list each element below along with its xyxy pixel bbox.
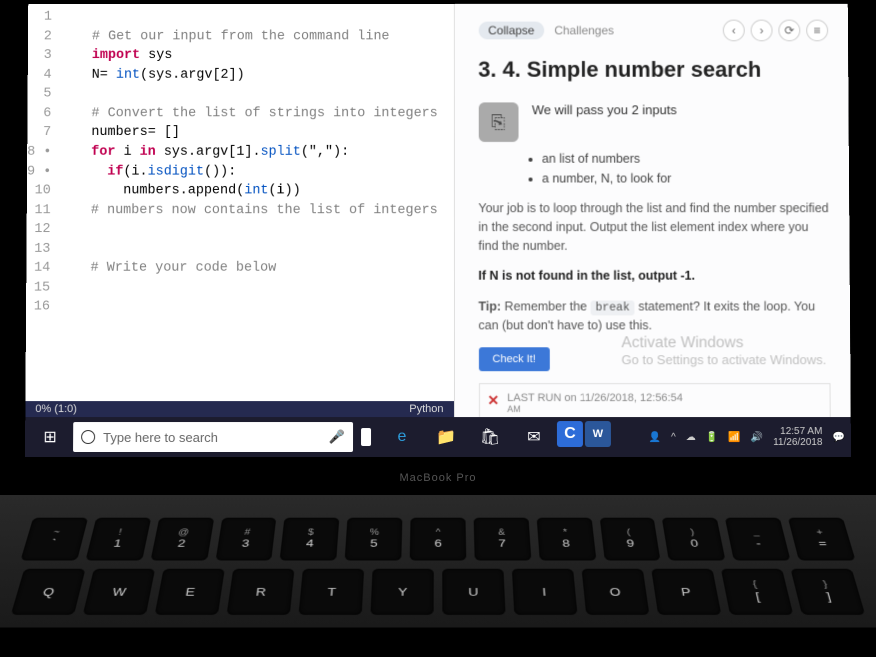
prev-button[interactable]: ‹ — [723, 20, 745, 42]
keyboard-key: )0 — [662, 518, 726, 561]
keyboard-key: += — [788, 518, 856, 561]
keyboard-key: T — [298, 569, 364, 615]
keyboard-key: W — [83, 569, 155, 615]
tray-people-icon[interactable]: 👤 — [649, 432, 661, 443]
search-placeholder: Type here to search — [103, 430, 218, 445]
keyboard-key: _- — [725, 518, 791, 561]
line-number-gutter: 12345678 •9 •10111213141516 — [25, 8, 60, 401]
menu-button[interactable]: ≡ — [806, 20, 828, 42]
action-center-icon[interactable]: 💬 — [832, 432, 845, 443]
mail-icon[interactable]: ✉ — [513, 421, 555, 453]
keyboard-key: (9 — [599, 518, 661, 561]
keyboard-key: *8 — [536, 518, 596, 561]
windows-taskbar: ⊞ Type here to search 🎤 e 📁 🛍 ✉ C W 👤 ^ … — [25, 417, 851, 457]
keyboard-key: P — [651, 569, 721, 615]
keyboard-key: !1 — [85, 518, 151, 561]
break-code: break — [590, 301, 634, 316]
input-bullet: a number, N, to look for — [542, 172, 829, 186]
tray-onedrive-icon[interactable]: ☁ — [686, 432, 696, 443]
input-bullet: an list of numbers — [542, 152, 829, 166]
file-explorer-icon[interactable]: 📁 — [425, 421, 467, 453]
code-lines[interactable]: # Get our input from the command line im… — [57, 8, 453, 401]
challenge-title: 3. 4. Simple number search — [478, 57, 828, 83]
last-run-timestamp: LAST RUN on 11/26/2018, 12:56:54 — [507, 392, 683, 404]
fail-icon: ✕ — [487, 392, 499, 409]
keyboard-key: {[ — [721, 569, 793, 615]
tab-challenges[interactable]: Challenges — [554, 24, 614, 38]
keyboard-key: I — [512, 569, 578, 615]
tray-volume-icon[interactable]: 🔊 — [751, 432, 764, 443]
tray-chevron-icon[interactable]: ^ — [671, 432, 676, 443]
challenge-tip: Tip: Remember the break statement? It ex… — [478, 298, 830, 336]
keyboard-key: ~` — [20, 518, 88, 561]
word-icon[interactable]: W — [585, 421, 611, 447]
edge-icon[interactable]: e — [381, 421, 423, 453]
keyboard-key: Y — [370, 569, 433, 615]
reset-button[interactable]: ⟳ — [778, 20, 800, 42]
language-mode: Python — [409, 403, 443, 415]
app-icon[interactable]: C — [557, 421, 583, 447]
taskbar-clock[interactable]: 12:57 AM 11/26/2018 — [773, 426, 822, 448]
laptop-label: MacBook Pro — [0, 472, 876, 484]
challenge-icon: ⎘ — [478, 102, 518, 142]
keyboard-key: U — [442, 569, 505, 615]
keyboard-key: &7 — [474, 518, 532, 561]
code-editor-pane: 12345678 •9 •10111213141516 # Get our in… — [25, 4, 454, 417]
taskbar-search[interactable]: Type here to search 🎤 — [73, 422, 353, 452]
keyboard-key: }] — [790, 569, 865, 615]
challenge-intro: We will pass you 2 inputs — [532, 102, 677, 117]
task-view-button[interactable] — [361, 428, 371, 446]
keyboard-key: R — [227, 569, 295, 615]
windows-watermark: Activate Windows Go to Settings to activ… — [621, 334, 826, 367]
keyboard-key: %5 — [345, 518, 403, 561]
store-icon[interactable]: 🛍 — [469, 421, 511, 453]
tray-battery-icon[interactable]: 🔋 — [706, 432, 719, 443]
keyboard-key: ^6 — [410, 518, 466, 561]
keyboard-key: @2 — [150, 518, 214, 561]
tray-wifi-icon[interactable]: 📶 — [728, 432, 741, 443]
laptop-keyboard: ~`!1@2#3$4%5^6&7*8(9)0_-+= QWERTYUIOP{[}… — [0, 495, 876, 627]
keyboard-key: #3 — [215, 518, 277, 561]
cursor-position: 0% (1:0) — [35, 403, 77, 415]
tab-collapse[interactable]: Collapse — [478, 22, 544, 40]
input-bullet-list: an list of numbers a number, N, to look f… — [542, 152, 829, 186]
keyboard-key: O — [582, 569, 650, 615]
last-run-box: ✕ LAST RUN on 11/26/2018, 12:56:54 AM — [478, 383, 830, 417]
start-button[interactable]: ⊞ — [31, 421, 69, 453]
instructions-header: Collapse Challenges ‹ › ⟳ ≡ — [478, 20, 828, 42]
next-button[interactable]: › — [751, 20, 773, 42]
instructions-pane: Collapse Challenges ‹ › ⟳ ≡ 3. 4. Simple… — [454, 4, 850, 417]
challenge-rule: If N is not found in the list, output -1… — [478, 267, 829, 286]
keyboard-key: E — [155, 569, 225, 615]
editor-status-bar: 0% (1:0) Python — [25, 401, 453, 417]
code-body[interactable]: 12345678 •9 •10111213141516 # Get our in… — [25, 4, 453, 401]
check-button[interactable]: Check It! — [478, 347, 549, 371]
challenge-description: Your job is to loop through the list and… — [478, 199, 829, 255]
cortana-mic-icon[interactable]: 🎤 — [329, 429, 345, 445]
search-icon — [81, 430, 95, 444]
keyboard-key: Q — [11, 569, 86, 615]
keyboard-key: $4 — [280, 518, 340, 561]
